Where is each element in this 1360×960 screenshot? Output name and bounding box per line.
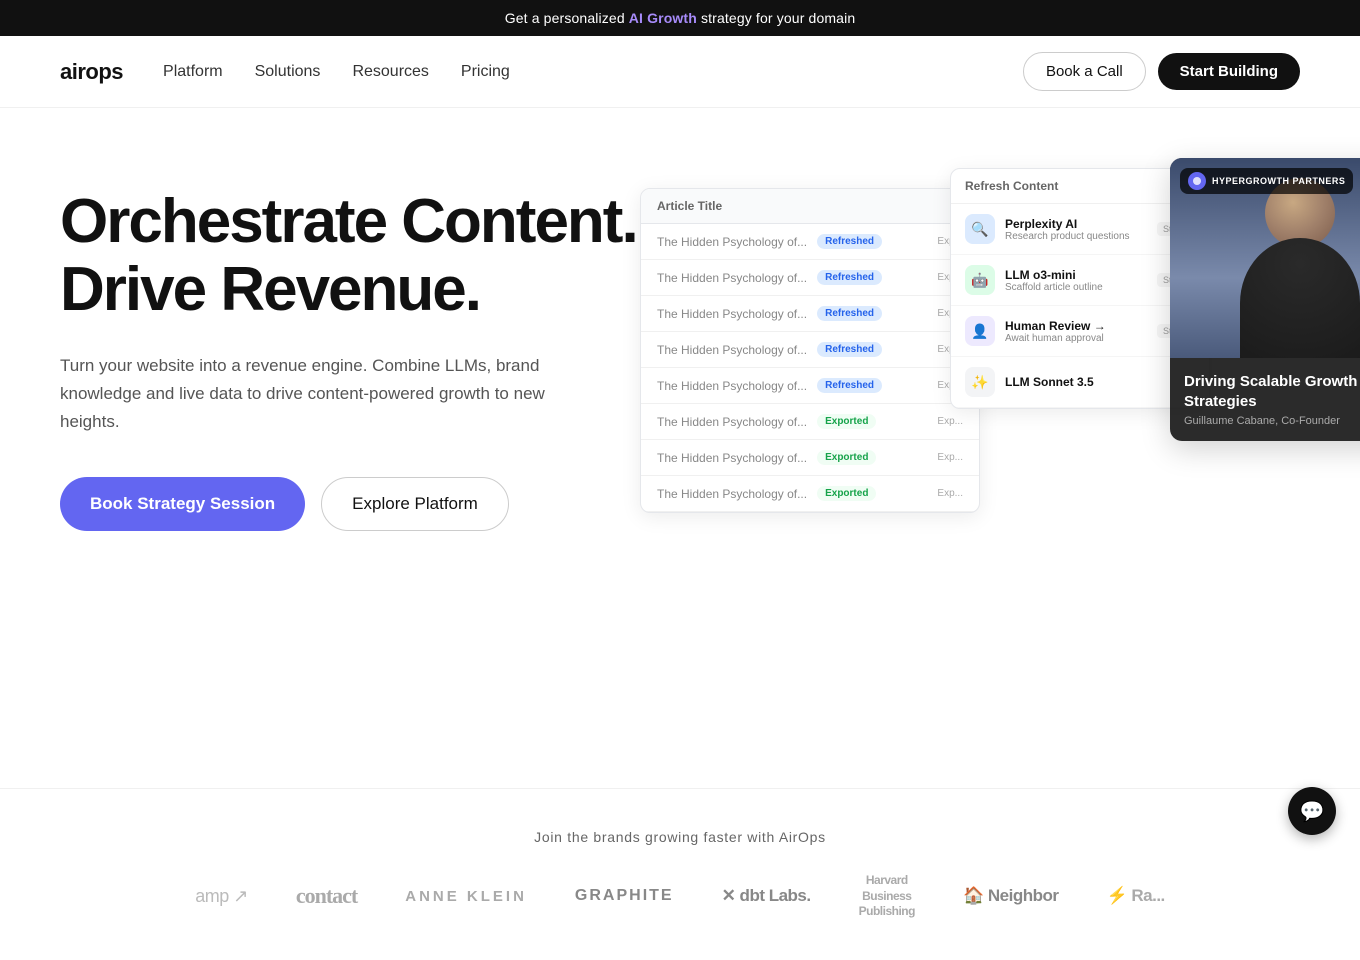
human-icon: 👤 xyxy=(965,316,995,346)
hero-content: Orchestrate Content. Drive Revenue. Turn… xyxy=(60,188,680,531)
table-row: The Hidden Psychology of... Exported Exp… xyxy=(641,476,979,512)
exported-badge: Exported xyxy=(817,414,876,429)
brand-amp: amp ↗ xyxy=(195,886,248,907)
hero-title: Orchestrate Content. Drive Revenue. xyxy=(60,188,680,324)
perplexity-icon: 🔍 xyxy=(965,214,995,244)
brand-dbt-labs: ✕ dbt Labs. xyxy=(722,886,811,906)
workflow-title-1: Perplexity AI xyxy=(1005,217,1147,231)
hero-buttons: Book Strategy Session Explore Platform xyxy=(60,477,680,531)
video-card[interactable]: HYPERGROWTH partners Driving Scalable Gr… xyxy=(1170,158,1360,441)
ai-icon: ✨ xyxy=(965,367,995,397)
video-info: Driving Scalable Growth Strategies Guill… xyxy=(1170,358,1360,441)
workflow-info-2: LLM o3-mini Scaffold article outline xyxy=(1005,268,1147,293)
brand-graphite: GRAPHITE xyxy=(575,887,674,905)
explore-platform-button[interactable]: Explore Platform xyxy=(321,477,509,531)
chat-icon: 💬 xyxy=(1300,799,1325,824)
chat-button[interactable]: 💬 xyxy=(1288,787,1336,835)
exported-badge: Exported xyxy=(817,450,876,465)
workflow-sub-1: Research product questions xyxy=(1005,231,1147,242)
refresh-badge: Refreshed xyxy=(817,234,882,249)
video-logo-text: HYPERGROWTH partners xyxy=(1212,176,1345,186)
table-row: The Hidden Psychology of... Refreshed Ex… xyxy=(641,368,979,404)
table-row: The Hidden Psychology of... Exported Exp… xyxy=(641,404,979,440)
workflow-title-4: LLM Sonnet 3.5 xyxy=(1005,375,1195,389)
refresh-badge: Refreshed xyxy=(817,342,882,357)
workflow-info-1: Perplexity AI Research product questions xyxy=(1005,217,1147,242)
navbar: airops Platform Solutions Resources Pric… xyxy=(0,36,1360,108)
book-strategy-button[interactable]: Book Strategy Session xyxy=(60,477,305,531)
nav-link-solutions[interactable]: Solutions xyxy=(255,63,321,80)
nav-item-pricing[interactable]: Pricing xyxy=(461,63,510,81)
article-table-panel: Article Title The Hidden Psychology of..… xyxy=(640,188,980,513)
banner-text: Get a personalized AI Growth strategy fo… xyxy=(505,10,856,26)
nav-link-pricing[interactable]: Pricing xyxy=(461,63,510,80)
brand-neighbor: 🏠 Neighbor xyxy=(963,886,1059,906)
workflow-sub-2: Scaffold article outline xyxy=(1005,282,1147,293)
exported-badge: Exported xyxy=(817,486,876,501)
workflow-title-2: LLM o3-mini xyxy=(1005,268,1147,282)
brands-label: Join the brands growing faster with AirO… xyxy=(60,829,1300,845)
table-row: The Hidden Psychology of... Refreshed Ex… xyxy=(641,332,979,368)
hero-section: Orchestrate Content. Drive Revenue. Turn… xyxy=(0,108,1360,788)
hypergrowth-icon xyxy=(1188,172,1206,190)
workflow-info-3: Human Review → Await human approval xyxy=(1005,319,1147,344)
brands-section: Join the brands growing faster with AirO… xyxy=(0,788,1360,960)
book-call-button[interactable]: Book a Call xyxy=(1023,52,1146,91)
article-table-header: Article Title xyxy=(641,189,979,224)
table-row: The Hidden Psychology of... Exported Exp… xyxy=(641,440,979,476)
video-logo-badge: HYPERGROWTH partners xyxy=(1180,168,1353,194)
start-building-button[interactable]: Start Building xyxy=(1158,53,1300,90)
table-row: The Hidden Psychology of... Refreshed Ex… xyxy=(641,296,979,332)
nav-item-solutions[interactable]: Solutions xyxy=(255,63,321,81)
hero-description: Turn your website into a revenue engine.… xyxy=(60,352,560,436)
nav-right: Book a Call Start Building xyxy=(1023,52,1300,91)
workflow-sub-3: Await human approval xyxy=(1005,333,1147,344)
refresh-badge: Refreshed xyxy=(817,378,882,393)
refresh-badge: Refreshed xyxy=(817,306,882,321)
brand-anne-klein: ANNE KLEIN xyxy=(405,888,527,905)
workflow-title-3: Human Review → xyxy=(1005,319,1147,333)
nav-item-resources[interactable]: Resources xyxy=(352,63,428,81)
video-thumbnail: HYPERGROWTH partners xyxy=(1170,158,1360,358)
nav-links: Platform Solutions Resources Pricing xyxy=(163,63,510,81)
nav-left: airops Platform Solutions Resources Pric… xyxy=(60,59,510,85)
table-row: The Hidden Psychology of... Refreshed Ex… xyxy=(641,260,979,296)
brand-contact: contact xyxy=(296,883,357,909)
logo[interactable]: airops xyxy=(60,59,123,85)
hero-visuals: Article Title The Hidden Psychology of..… xyxy=(640,148,1360,768)
brand-harvard: HarvardBusinessPublishing xyxy=(859,873,915,920)
video-card-subtitle: Guillaume Cabane, Co-Founder xyxy=(1184,415,1360,427)
nav-item-platform[interactable]: Platform xyxy=(163,63,223,81)
brands-row: amp ↗ contact ANNE KLEIN GRAPHITE ✕ dbt … xyxy=(60,873,1300,920)
nav-link-resources[interactable]: Resources xyxy=(352,63,428,80)
nav-link-platform[interactable]: Platform xyxy=(163,63,223,80)
table-row: The Hidden Psychology of... Refreshed Ex… xyxy=(641,224,979,260)
workflow-info-4: LLM Sonnet 3.5 xyxy=(1005,375,1195,389)
video-card-title: Driving Scalable Growth Strategies xyxy=(1184,372,1360,411)
llm-icon: 🤖 xyxy=(965,265,995,295)
brand-ra: ⚡ Ra... xyxy=(1106,886,1164,906)
refresh-badge: Refreshed xyxy=(817,270,882,285)
top-banner: Get a personalized AI Growth strategy fo… xyxy=(0,0,1360,36)
